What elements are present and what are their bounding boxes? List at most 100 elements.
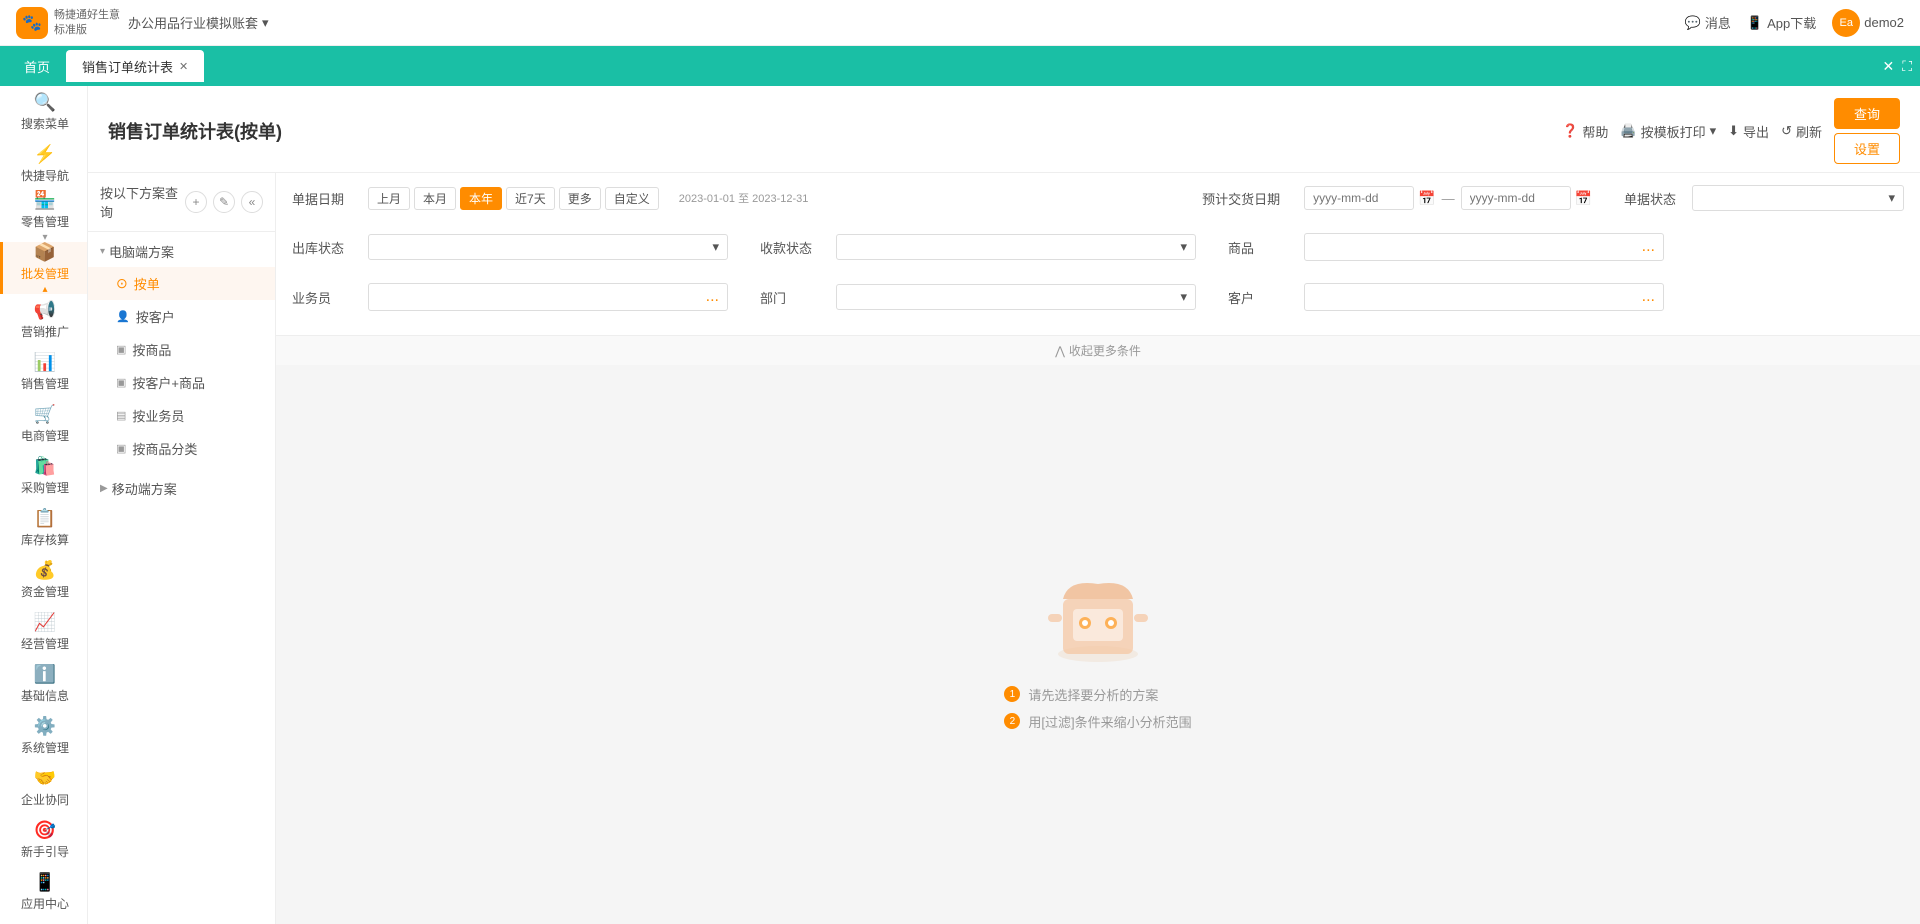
search-icon: 🔍 bbox=[34, 92, 56, 113]
page-actions: ❓ 帮助 🖨️ 按模板打印 ▾ ⬇ 导出 ↺ 刷新 查询 bbox=[1562, 98, 1900, 164]
sidebar-item-enterprise[interactable]: 🤝 企业协同 bbox=[0, 762, 87, 814]
sidebar-item-retail[interactable]: 🏪 零售管理 ▾ bbox=[0, 190, 87, 242]
scheme-item-by-salesman[interactable]: ▤ 按业务员 bbox=[88, 399, 275, 432]
person-icon: 👤 bbox=[116, 310, 130, 323]
header-right: 💬 消息 📱 App下载 Ea demo2 bbox=[1685, 9, 1904, 37]
content-area: 销售订单统计表(按单) ❓ 帮助 🖨️ 按模板打印 ▾ ⬇ 导出 ↺ 刷新 bbox=[88, 86, 1920, 924]
sidebar-item-purchase[interactable]: 🛍️ 采购管理 bbox=[0, 450, 87, 502]
retail-icon: 🏪 bbox=[34, 190, 56, 211]
sidebar-item-finance[interactable]: 💰 资金管理 bbox=[0, 554, 87, 606]
sales-mgr-icon: 📊 bbox=[34, 352, 56, 373]
empty-tips: 1 请先选择要分析的方案 2 用[过滤]条件来缩小分析范围 bbox=[1004, 685, 1191, 731]
doc-status-label: 单据状态 bbox=[1624, 189, 1684, 208]
tab-close-icon[interactable]: ✕ bbox=[179, 60, 188, 73]
help-button[interactable]: ❓ 帮助 bbox=[1562, 122, 1608, 141]
scheme-group-mobile-header[interactable]: ▶ 移动端方案 bbox=[88, 473, 275, 504]
chevron-down-icon: ▾ bbox=[1180, 289, 1187, 305]
chevron-down-icon: ▾ bbox=[262, 15, 269, 31]
tab-sales-stat[interactable]: 销售订单统计表 ✕ bbox=[66, 50, 204, 82]
query-button[interactable]: 查询 bbox=[1834, 98, 1900, 129]
scheme-add-button[interactable]: + bbox=[185, 191, 207, 213]
empty-illustration bbox=[1038, 559, 1158, 669]
customer-label: 客户 bbox=[1228, 288, 1288, 307]
scheme-edit-button[interactable]: ✎ bbox=[213, 191, 235, 213]
goods-dots-icon[interactable]: ... bbox=[1642, 238, 1655, 256]
empty-tip-1: 1 请先选择要分析的方案 bbox=[1004, 685, 1191, 704]
sidebar-item-inventory[interactable]: 📋 库存核算 bbox=[0, 502, 87, 554]
empty-tip-2: 2 用[过滤]条件来缩小分析范围 bbox=[1004, 712, 1191, 731]
calendar-start-icon[interactable]: 📅 bbox=[1418, 190, 1435, 207]
tab-close-all-icon[interactable]: ✕ bbox=[1882, 58, 1894, 75]
sidebar-item-newbie[interactable]: 🎯 新手引导 bbox=[0, 814, 87, 866]
table2-icon: ▣ bbox=[116, 376, 126, 389]
logo-area: 🐾 畅捷通好生意 标准版 bbox=[16, 7, 120, 39]
payment-status-select[interactable]: ▾ bbox=[836, 234, 1196, 260]
this-month-button[interactable]: 本月 bbox=[414, 187, 456, 210]
export-button[interactable]: ⬇ 导出 bbox=[1728, 122, 1769, 141]
table3-icon: ▣ bbox=[116, 442, 126, 455]
sidebar-item-system[interactable]: ⚙️ 系统管理 bbox=[0, 710, 87, 762]
scheme-item-by-cust-goods[interactable]: ▣ 按客户+商品 bbox=[88, 366, 275, 399]
custom-button[interactable]: 自定义 bbox=[605, 187, 659, 210]
biz-icon: 📈 bbox=[34, 612, 56, 633]
scheme-group-pc-header[interactable]: ▾ 电脑端方案 bbox=[88, 236, 275, 267]
sidebar-item-appstore[interactable]: 📱 应用中心 bbox=[0, 866, 87, 918]
doc-status-select[interactable]: ▾ bbox=[1692, 185, 1904, 211]
collapse-button[interactable]: ⋀ 收起更多条件 bbox=[276, 335, 1920, 365]
ship-status-label: 出库状态 bbox=[292, 238, 352, 257]
dept-select[interactable]: ▾ bbox=[836, 284, 1196, 310]
ecom-icon: 🛒 bbox=[34, 404, 56, 425]
main-layout: 🔍 搜索菜单 ⚡ 快捷导航 🏪 零售管理 ▾ 📦 批发管理 ▴ 📢 营销推广 📊… bbox=[0, 86, 1920, 924]
sidebar-item-ecom[interactable]: 🛒 电商管理 bbox=[0, 398, 87, 450]
scheme-group-pc: ▾ 电脑端方案 ⊙ 按单 👤 按客户 ▣ 按商品 bbox=[88, 232, 275, 469]
chevron-down-icon: ▾ bbox=[100, 246, 105, 257]
date-label: 单据日期 bbox=[292, 189, 352, 208]
header-left: 🐾 畅捷通好生意 标准版 办公用品行业模拟账套 ▾ bbox=[16, 7, 269, 39]
date-shortcuts: 上月 本月 本年 近7天 更多 自定义 bbox=[368, 187, 659, 210]
expected-date-label: 预计交货日期 bbox=[1202, 189, 1280, 208]
sidebar-item-quick-nav[interactable]: ⚡ 快捷导航 bbox=[0, 138, 87, 190]
sidebar-item-wholesale[interactable]: 📦 批发管理 ▴ bbox=[0, 242, 87, 294]
more-button[interactable]: 更多 bbox=[559, 187, 601, 210]
app-download-button[interactable]: 📱 App下载 bbox=[1747, 13, 1816, 32]
scheme-item-by-order[interactable]: ⊙ 按单 bbox=[88, 267, 275, 300]
sidebar-item-marketing[interactable]: 📢 营销推广 bbox=[0, 294, 87, 346]
scheme-header-icons: + ✎ « bbox=[185, 191, 263, 213]
system-icon: ⚙️ bbox=[34, 716, 56, 737]
sidebar: 🔍 搜索菜单 ⚡ 快捷导航 🏪 零售管理 ▾ 📦 批发管理 ▴ 📢 营销推广 📊… bbox=[0, 86, 88, 924]
empty-state: 1 请先选择要分析的方案 2 用[过滤]条件来缩小分析范围 bbox=[276, 365, 1920, 924]
scheme-item-by-goods[interactable]: ▣ 按商品 bbox=[88, 333, 275, 366]
user-menu[interactable]: Ea demo2 bbox=[1832, 9, 1904, 37]
customer-dots-icon[interactable]: ... bbox=[1642, 288, 1655, 306]
sidebar-item-basic[interactable]: ℹ️ 基础信息 bbox=[0, 658, 87, 710]
refresh-button[interactable]: ↺ 刷新 bbox=[1781, 122, 1822, 141]
salesman-input[interactable]: ... bbox=[368, 283, 728, 311]
tab-home[interactable]: 首页 bbox=[8, 50, 66, 82]
tab-expand-icon[interactable]: ⛶ bbox=[1902, 58, 1912, 75]
dept-label: 部门 bbox=[760, 288, 820, 307]
last-month-button[interactable]: 上月 bbox=[368, 187, 410, 210]
chevron-down-icon: ▾ bbox=[1180, 239, 1187, 255]
sidebar-item-biz[interactable]: 📈 经营管理 bbox=[0, 606, 87, 658]
sidebar-item-corp-wechat[interactable]: 💬 企业微信 bbox=[0, 918, 87, 924]
company-selector[interactable]: 办公用品行业模拟账套 ▾ bbox=[128, 13, 269, 32]
print-button[interactable]: 🖨️ 按模板打印 ▾ bbox=[1620, 122, 1716, 141]
ship-status-select[interactable]: ▾ bbox=[368, 234, 728, 260]
chevron-right-icon: ▶ bbox=[100, 483, 108, 494]
sidebar-item-search[interactable]: 🔍 搜索菜单 bbox=[0, 86, 87, 138]
scheme-item-by-goods-cat[interactable]: ▣ 按商品分类 bbox=[88, 432, 275, 465]
sidebar-item-sales-mgr[interactable]: 📊 销售管理 bbox=[0, 346, 87, 398]
message-button[interactable]: 💬 消息 bbox=[1685, 13, 1731, 32]
date-range-text: 2023-01-01 至 2023-12-31 bbox=[679, 190, 809, 206]
expected-date-start[interactable] bbox=[1304, 186, 1414, 210]
calendar-end-icon[interactable]: 📅 bbox=[1575, 190, 1592, 207]
salesman-dots-icon[interactable]: ... bbox=[706, 288, 719, 306]
scheme-item-by-customer[interactable]: 👤 按客户 bbox=[88, 300, 275, 333]
expected-date-end[interactable] bbox=[1461, 186, 1571, 210]
set-button[interactable]: 设置 bbox=[1834, 133, 1900, 164]
last7-button[interactable]: 近7天 bbox=[506, 187, 555, 210]
scheme-collapse-button[interactable]: « bbox=[241, 191, 263, 213]
customer-input[interactable]: ... bbox=[1304, 283, 1664, 311]
goods-input[interactable]: ... bbox=[1304, 233, 1664, 261]
this-year-button[interactable]: 本年 bbox=[460, 187, 502, 210]
